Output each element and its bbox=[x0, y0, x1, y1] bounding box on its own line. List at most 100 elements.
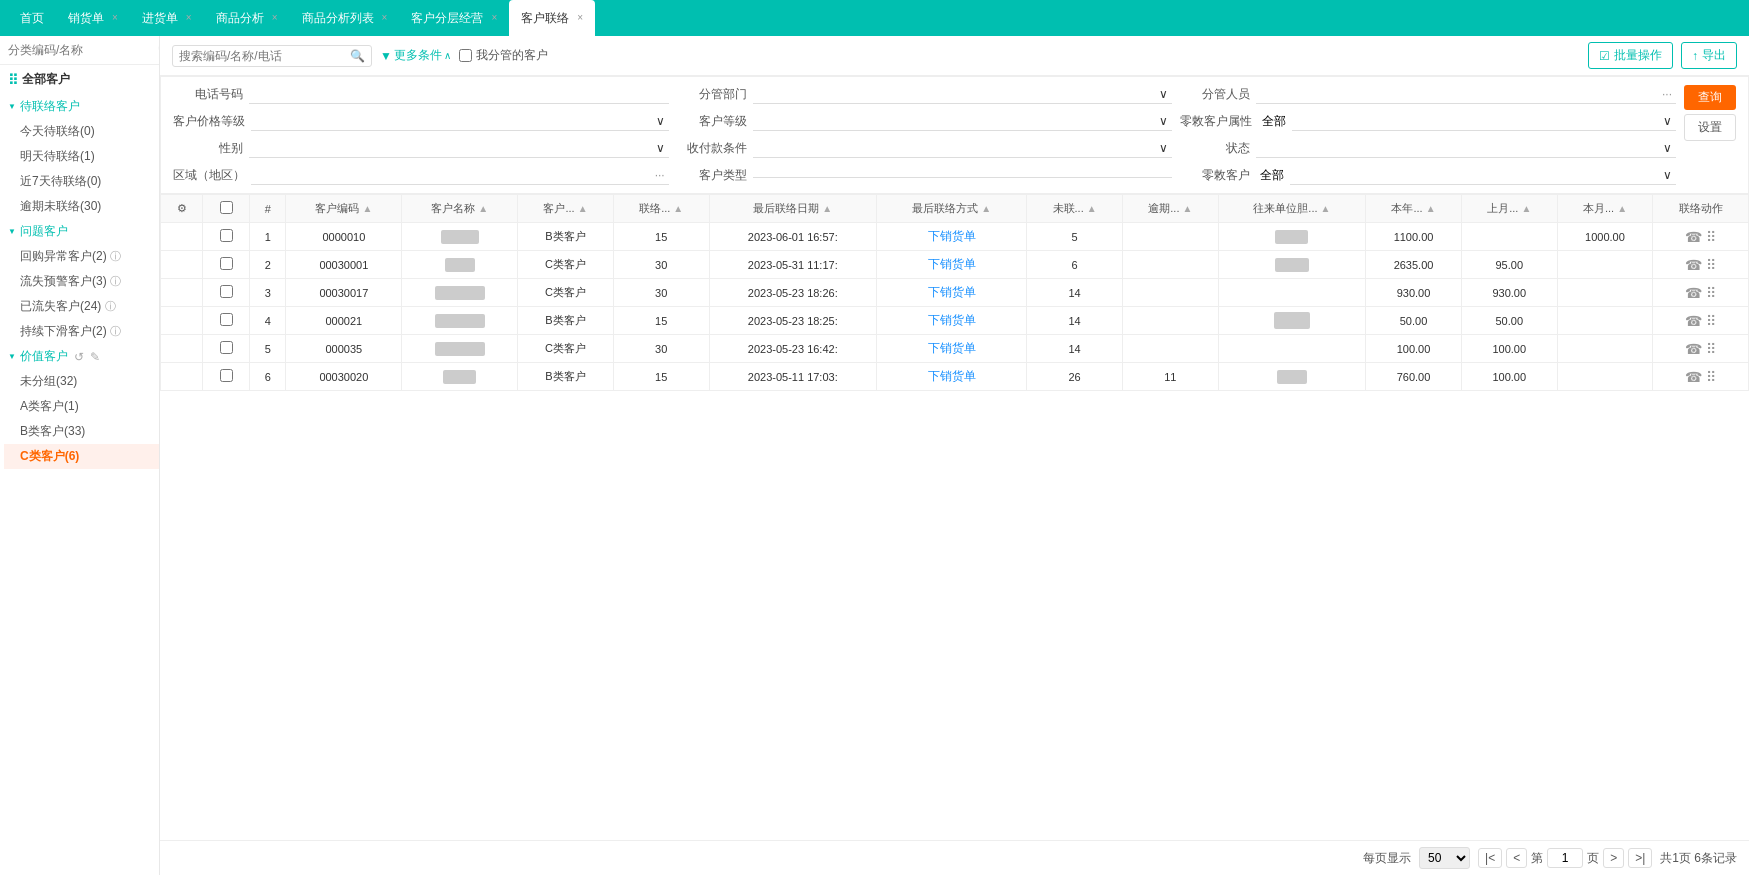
contact-icon[interactable]: ☎ bbox=[1685, 229, 1702, 245]
sidebar-item-lost[interactable]: 已流失客户(24) ⓘ bbox=[4, 294, 159, 319]
sidebar-item-warning[interactable]: 流失预警客户(3) ⓘ bbox=[4, 269, 159, 294]
customer-grade-select[interactable]: ∨ bbox=[753, 112, 1173, 131]
search-icon[interactable]: 🔍 bbox=[350, 49, 365, 63]
last-method-link[interactable]: 下销货单 bbox=[928, 257, 976, 271]
col-last-date[interactable]: 最后联络日期 ▲ bbox=[709, 195, 876, 223]
sidebar-item-declining[interactable]: 持续下滑客户(2) ⓘ bbox=[4, 319, 159, 344]
value-grade-select[interactable]: ∨ bbox=[251, 112, 669, 131]
more-conditions-button[interactable]: ▼ 更多条件 ∧ bbox=[380, 47, 451, 64]
last-method-link[interactable]: 下销货单 bbox=[928, 229, 976, 243]
export-button[interactable]: ↑ 导出 bbox=[1681, 42, 1737, 69]
last-method-link[interactable]: 下销货单 bbox=[928, 369, 976, 383]
col-checkbox-header[interactable] bbox=[203, 195, 250, 223]
last-method-link[interactable]: 下销货单 bbox=[928, 341, 976, 355]
retail-select[interactable]: ∨ bbox=[1290, 166, 1676, 185]
row-checkbox[interactable] bbox=[203, 279, 250, 307]
retail-attr-select[interactable]: ∨ bbox=[1292, 112, 1676, 131]
pending-section-title[interactable]: ▼ 待联络客户 bbox=[0, 94, 159, 119]
col-code[interactable]: 客户编码 ▲ bbox=[286, 195, 402, 223]
search-input[interactable] bbox=[179, 49, 350, 63]
last-page-button[interactable]: >| bbox=[1628, 848, 1652, 868]
my-customers-checkbox[interactable] bbox=[459, 49, 472, 62]
manager-dots[interactable]: ··· bbox=[1662, 87, 1672, 101]
close-purchase-order[interactable]: × bbox=[186, 0, 192, 36]
more-icon[interactable]: ⠿ bbox=[1706, 313, 1716, 329]
col-name[interactable]: 客户名称 ▲ bbox=[402, 195, 518, 223]
col-type[interactable]: 客户... ▲ bbox=[518, 195, 614, 223]
problem-section-title[interactable]: ▼ 问题客户 bbox=[0, 219, 159, 244]
col-last-month[interactable]: 上月... ▲ bbox=[1461, 195, 1557, 223]
edit-icon[interactable]: ✎ bbox=[90, 350, 100, 364]
col-contact[interactable]: 联络... ▲ bbox=[613, 195, 709, 223]
close-product-analysis[interactable]: × bbox=[272, 0, 278, 36]
row-checkbox-input[interactable] bbox=[220, 369, 233, 382]
col-this-month[interactable]: 本月... ▲ bbox=[1557, 195, 1653, 223]
row-checkbox-input[interactable] bbox=[220, 341, 233, 354]
nav-customer-stratify[interactable]: 客户分层经营× bbox=[399, 0, 509, 36]
sidebar-item-repurchase[interactable]: 回购异常客户(2) ⓘ bbox=[4, 244, 159, 269]
contact-icon[interactable]: ☎ bbox=[1685, 285, 1702, 301]
more-icon[interactable]: ⠿ bbox=[1706, 369, 1716, 385]
refresh-icon[interactable]: ↺ bbox=[74, 350, 84, 364]
phone-input[interactable] bbox=[249, 85, 669, 104]
first-page-button[interactable]: |< bbox=[1478, 848, 1502, 868]
close-customer-contact[interactable]: × bbox=[577, 0, 583, 36]
sidebar-search-input[interactable] bbox=[8, 43, 158, 57]
last-method-link[interactable]: 下销货单 bbox=[928, 285, 976, 299]
nav-product-analysis[interactable]: 商品分析× bbox=[204, 0, 290, 36]
col-last-method[interactable]: 最后联络方式 ▲ bbox=[876, 195, 1026, 223]
prev-page-button[interactable]: < bbox=[1506, 848, 1527, 868]
more-icon[interactable]: ⠿ bbox=[1706, 257, 1716, 273]
col-year-amount[interactable]: 本年... ▲ bbox=[1366, 195, 1462, 223]
row-checkbox[interactable] bbox=[203, 251, 250, 279]
last-method-link[interactable]: 下销货单 bbox=[928, 313, 976, 327]
row-checkbox[interactable] bbox=[203, 307, 250, 335]
dept-select[interactable]: ∨ bbox=[753, 85, 1173, 104]
row-last-method[interactable]: 下销货单 bbox=[876, 279, 1026, 307]
next-page-button[interactable]: > bbox=[1603, 848, 1624, 868]
row-last-method[interactable]: 下销货单 bbox=[876, 307, 1026, 335]
col-overdue[interactable]: 逾期... ▲ bbox=[1123, 195, 1219, 223]
page-number-input[interactable] bbox=[1547, 848, 1583, 868]
query-button[interactable]: 查询 bbox=[1684, 85, 1736, 110]
row-checkbox-input[interactable] bbox=[220, 285, 233, 298]
close-sales-order[interactable]: × bbox=[112, 0, 118, 36]
col-gear[interactable]: ⚙ bbox=[161, 195, 203, 223]
row-last-method[interactable]: 下销货单 bbox=[876, 363, 1026, 391]
sidebar-item-a-class[interactable]: A类客户(1) bbox=[4, 394, 159, 419]
nav-sales-order[interactable]: 销货单× bbox=[56, 0, 130, 36]
contact-icon[interactable]: ☎ bbox=[1685, 341, 1702, 357]
row-last-method[interactable]: 下销货单 bbox=[876, 251, 1026, 279]
close-product-list[interactable]: × bbox=[382, 0, 388, 36]
customer-type-select[interactable] bbox=[753, 173, 1173, 178]
sidebar-item-c-class[interactable]: C类客户(6) bbox=[4, 444, 159, 469]
status-select[interactable]: ∨ bbox=[1256, 139, 1676, 158]
gender-select[interactable]: ∨ bbox=[249, 139, 669, 158]
nav-customer-contact[interactable]: 客户联络× bbox=[509, 0, 595, 36]
settings-button[interactable]: 设置 bbox=[1684, 114, 1736, 141]
row-checkbox[interactable] bbox=[203, 363, 250, 391]
sidebar-item-overdue[interactable]: 逾期未联络(30) bbox=[4, 194, 159, 219]
sidebar-item-7days[interactable]: 近7天待联络(0) bbox=[4, 169, 159, 194]
row-last-method[interactable]: 下销货单 bbox=[876, 223, 1026, 251]
row-checkbox-input[interactable] bbox=[220, 313, 233, 326]
more-icon[interactable]: ⠿ bbox=[1706, 285, 1716, 301]
row-checkbox-input[interactable] bbox=[220, 229, 233, 242]
contact-icon[interactable]: ☎ bbox=[1685, 257, 1702, 273]
row-checkbox[interactable] bbox=[203, 223, 250, 251]
sidebar-item-b-class[interactable]: B类客户(33) bbox=[4, 419, 159, 444]
col-unit-amount[interactable]: 往来单位胆... ▲ bbox=[1218, 195, 1365, 223]
row-last-method[interactable]: 下销货单 bbox=[876, 335, 1026, 363]
batch-ops-button[interactable]: ☑ 批量操作 bbox=[1588, 42, 1673, 69]
contact-icon[interactable]: ☎ bbox=[1685, 313, 1702, 329]
close-customer-stratify[interactable]: × bbox=[491, 0, 497, 36]
more-icon[interactable]: ⠿ bbox=[1706, 341, 1716, 357]
row-checkbox-input[interactable] bbox=[220, 257, 233, 270]
sidebar-item-today[interactable]: 今天待联络(0) bbox=[4, 119, 159, 144]
nav-product-list[interactable]: 商品分析列表× bbox=[290, 0, 400, 36]
all-customers-title[interactable]: ⠿ 全部客户 bbox=[0, 65, 159, 94]
nav-home[interactable]: 首页 bbox=[8, 0, 56, 36]
row-checkbox[interactable] bbox=[203, 335, 250, 363]
payment-select[interactable]: ∨ bbox=[753, 139, 1173, 158]
more-icon[interactable]: ⠿ bbox=[1706, 229, 1716, 245]
